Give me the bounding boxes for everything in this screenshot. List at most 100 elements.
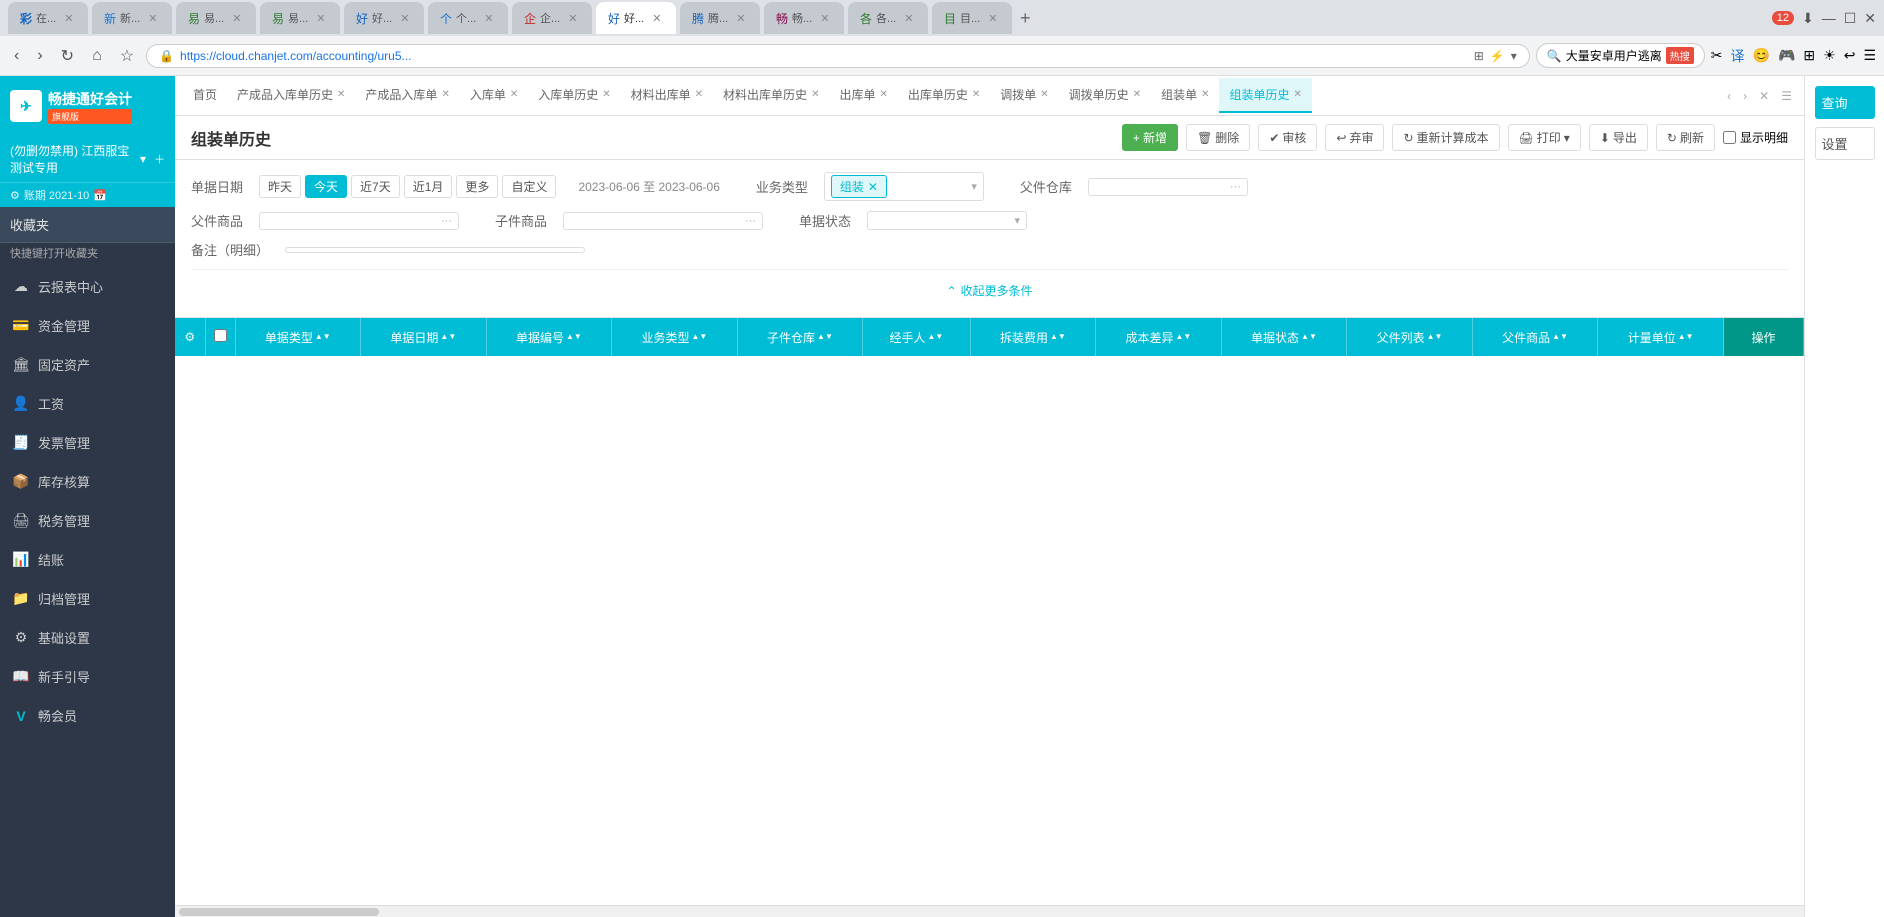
last7days-btn[interactable]: 近7天	[351, 175, 400, 198]
th-bill-type[interactable]: 单据类型 ▲▼	[235, 318, 361, 356]
tab-close-product-inbound-history[interactable]: ✕	[337, 89, 345, 100]
browser-tab-5[interactable]: 好 好... ✕	[344, 2, 424, 34]
undo-icon[interactable]: ↩	[1844, 47, 1856, 64]
th-gear[interactable]: ⚙	[175, 318, 205, 356]
dropdown-icon[interactable]: ▾	[1511, 49, 1517, 63]
show-detail-checkbox[interactable]	[1723, 131, 1736, 144]
tab-close-transfer[interactable]: ✕	[1040, 89, 1048, 100]
sidebar-item-tax[interactable]: 🖨 税务管理	[0, 501, 175, 540]
sidebar-item-inventory[interactable]: 📦 库存核算	[0, 462, 175, 501]
sidebar-item-member[interactable]: V 畅会员	[0, 696, 175, 735]
forward-button[interactable]: ›	[31, 43, 48, 69]
status-dropdown[interactable]: ▾	[1015, 214, 1021, 227]
export-button[interactable]: ⬇ 导出	[1589, 124, 1648, 151]
today-btn[interactable]: 今天	[305, 175, 347, 198]
tab-product-inbound[interactable]: 产成品入库单 ✕	[355, 78, 459, 113]
refresh-button[interactable]: ↻ 刷新	[1656, 124, 1715, 151]
custom-btn[interactable]: 自定义	[502, 175, 556, 198]
audit-button[interactable]: ✔ 审核	[1258, 124, 1317, 151]
parent-warehouse-input[interactable]: ···	[1088, 178, 1248, 196]
tab-close-12[interactable]: ✕	[988, 12, 997, 25]
print-dropdown[interactable]: ▾	[1564, 131, 1570, 145]
tab-close-outbound[interactable]: ✕	[879, 89, 887, 100]
status-input[interactable]: ▾	[867, 211, 1027, 230]
tab-close-4[interactable]: ✕	[316, 12, 325, 25]
game-icon[interactable]: 🎮	[1778, 47, 1795, 64]
maximize-button[interactable]: ☐	[1844, 10, 1857, 27]
browser-tab-4[interactable]: 易 易... ✕	[260, 2, 340, 34]
close-window-button[interactable]: ✕	[1864, 10, 1876, 27]
tab-close-outbound-history[interactable]: ✕	[972, 89, 980, 100]
browser-tab-10[interactable]: 畅 畅... ✕	[764, 2, 844, 34]
th-parent-list[interactable]: 父件列表 ▲▼	[1347, 318, 1473, 356]
more-options-icon[interactable]: ···	[1230, 181, 1241, 193]
query-button[interactable]: 查询	[1815, 86, 1875, 119]
menu-icon[interactable]: ☰	[1863, 47, 1876, 64]
sidebar-item-settlement[interactable]: 📊 结账	[0, 540, 175, 579]
sidebar-item-payroll[interactable]: 👤 工资	[0, 384, 175, 423]
th-parent-goods[interactable]: 父件商品 ▲▼	[1472, 318, 1598, 356]
th-bill-date[interactable]: 单据日期 ▲▼	[361, 318, 487, 356]
browser-tab-2[interactable]: 新 新... ✕	[92, 2, 172, 34]
add-company-icon[interactable]: ＋	[154, 151, 165, 167]
tab-close-5[interactable]: ✕	[400, 12, 409, 25]
sidebar-item-fixed-assets[interactable]: 🏛 固定资产	[0, 345, 175, 384]
tab-close-9[interactable]: ✕	[736, 12, 745, 25]
add-button[interactable]: + 新增	[1122, 124, 1178, 151]
tab-close-material-outbound-history[interactable]: ✕	[811, 89, 819, 100]
tab-transfer-history[interactable]: 调拨单历史 ✕	[1059, 78, 1151, 113]
th-child-warehouse[interactable]: 子件仓库 ▲▼	[737, 318, 863, 356]
tab-close-3[interactable]: ✕	[232, 12, 241, 25]
parent-goods-input[interactable]: ···	[259, 212, 459, 230]
browser-tab-3[interactable]: 易 易... ✕	[176, 2, 256, 34]
emoji-icon[interactable]: 😊	[1753, 47, 1770, 64]
th-disassemble-fee[interactable]: 拆装费用 ▲▼	[970, 318, 1096, 356]
sidebar-item-invoice[interactable]: 🧾 发票管理	[0, 423, 175, 462]
calendar-icon[interactable]: 📅	[93, 189, 107, 202]
tab-close-11[interactable]: ✕	[904, 12, 913, 25]
th-cost-diff[interactable]: 成本差异 ▲▼	[1096, 318, 1222, 356]
browser-tab-12[interactable]: 目 目... ✕	[932, 2, 1012, 34]
parent-goods-more-icon[interactable]: ···	[441, 215, 452, 227]
child-goods-input[interactable]: ···	[563, 212, 763, 230]
home-button[interactable]: ⌂	[86, 43, 108, 69]
tab-close-inbound-history[interactable]: ✕	[602, 89, 610, 100]
tab-close-product-inbound[interactable]: ✕	[441, 89, 449, 100]
th-checkbox[interactable]	[205, 318, 235, 356]
browser-tab-11[interactable]: 各 各... ✕	[848, 2, 928, 34]
browser-tab-9[interactable]: 腾 腾... ✕	[680, 2, 760, 34]
bookmark-button[interactable]: ☆	[114, 42, 140, 70]
tab-close-8[interactable]: ✕	[652, 12, 661, 25]
sidebar-item-cloud-report[interactable]: ☁ 云报表中心	[0, 267, 175, 306]
abandon-button[interactable]: ↩ 弃审	[1325, 124, 1384, 151]
horizontal-scrollbar[interactable]	[175, 905, 1804, 917]
tab-close-material-outbound[interactable]: ✕	[695, 89, 703, 100]
more-btn[interactable]: 更多	[456, 175, 498, 198]
tab-close-10[interactable]: ✕	[820, 12, 829, 25]
browser-tab-7[interactable]: 企 企... ✕	[512, 2, 592, 34]
browser-tab-8[interactable]: 好 好... ✕	[596, 2, 676, 34]
tab-material-outbound-history[interactable]: 材料出库单历史 ✕	[713, 78, 829, 113]
th-bill-status[interactable]: 单据状态 ▲▼	[1221, 318, 1347, 356]
search-box[interactable]: 🔍 大量安卓用户逃离 热搜	[1536, 43, 1705, 68]
tab-outbound-history[interactable]: 出库单历史 ✕	[898, 78, 990, 113]
yesterday-btn[interactable]: 昨天	[259, 175, 301, 198]
tab-close-6[interactable]: ✕	[484, 12, 493, 25]
delete-button[interactable]: 🗑 删除	[1186, 124, 1250, 151]
sidebar-item-finance[interactable]: 💳 资金管理	[0, 306, 175, 345]
business-type-input[interactable]: 组装 ✕ ▾	[824, 172, 984, 201]
tab-material-outbound[interactable]: 材料出库单 ✕	[621, 78, 713, 113]
sidebar-item-settings[interactable]: ⚙ 基础设置	[0, 618, 175, 657]
tab-inbound-history[interactable]: 入库单历史 ✕	[528, 78, 620, 113]
business-type-dropdown[interactable]: ▾	[971, 180, 977, 193]
select-all-checkbox[interactable]	[214, 329, 227, 342]
grid-icon[interactable]: ⊞	[1803, 47, 1815, 64]
tab-product-inbound-history[interactable]: 产成品入库单历史 ✕	[227, 78, 355, 113]
th-biz-type[interactable]: 业务类型 ▲▼	[612, 318, 738, 356]
settings-button[interactable]: 设置	[1815, 127, 1875, 160]
gear-icon[interactable]: ⚙	[10, 189, 20, 202]
tab-settings-icon[interactable]: ☰	[1777, 87, 1796, 105]
browser-tab-6[interactable]: 个 个... ✕	[428, 2, 508, 34]
sun-icon[interactable]: ☀	[1823, 47, 1836, 64]
tab-right-arrow[interactable]: ›	[1739, 87, 1751, 105]
